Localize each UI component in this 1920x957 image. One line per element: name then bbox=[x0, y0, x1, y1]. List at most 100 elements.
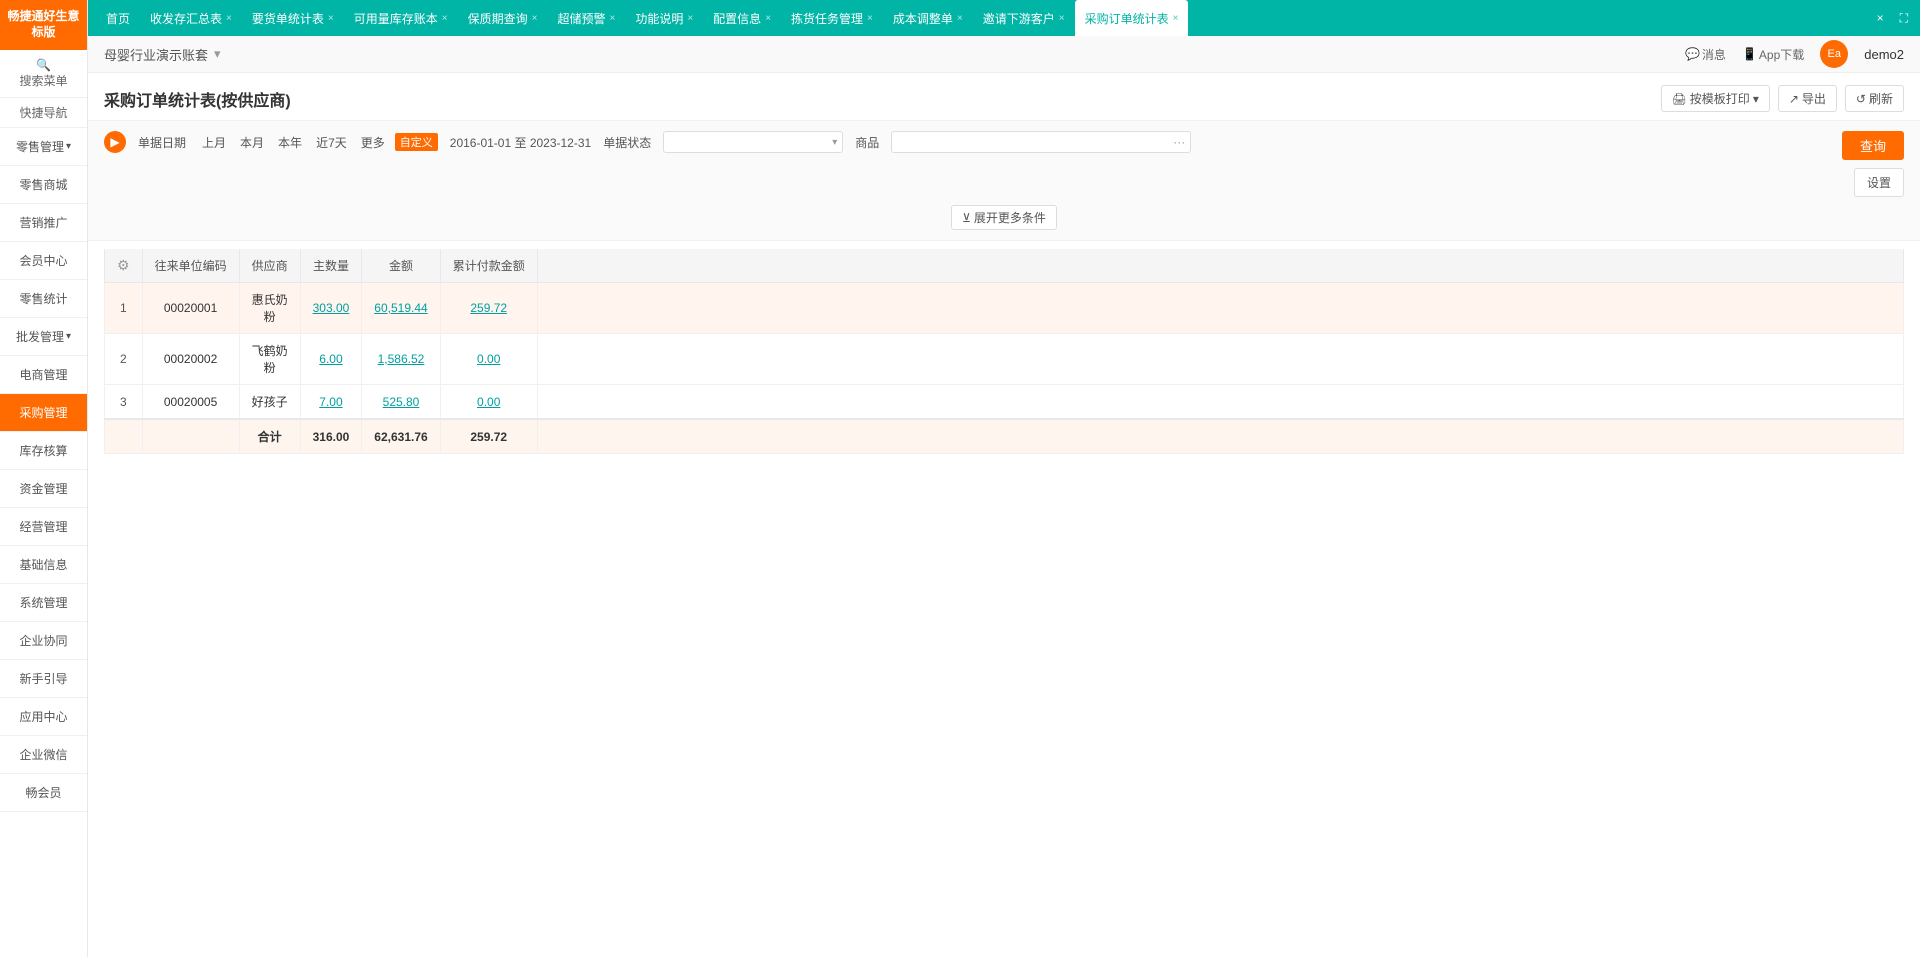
row-paid-2[interactable]: 0.00 bbox=[440, 334, 537, 385]
nav-purchase-stats[interactable]: 采购订单统计表 × bbox=[1075, 0, 1189, 36]
close-invite-downstream[interactable]: × bbox=[1059, 13, 1065, 24]
row-paid-3[interactable]: 0.00 bbox=[440, 385, 537, 420]
nav-cost-adjust[interactable]: 成本调整单 × bbox=[883, 0, 973, 36]
row-quantity-3[interactable]: 7.00 bbox=[300, 385, 362, 420]
filter-toggle-arrow[interactable]: ▶ bbox=[104, 131, 126, 153]
row-quantity-1[interactable]: 303.00 bbox=[300, 283, 362, 334]
sidebar-item-operations[interactable]: 经营管理 bbox=[0, 508, 87, 546]
sidebar-item-vip[interactable]: 畅会员 bbox=[0, 774, 87, 812]
nav-config[interactable]: 配置信息 × bbox=[703, 0, 781, 36]
row-code-2: 00020002 bbox=[142, 334, 239, 385]
sidebar-item-members[interactable]: 会员中心 bbox=[0, 242, 87, 280]
table-footer-row: 合计 316.00 62,631.76 259.72 bbox=[105, 419, 1904, 454]
sidebar-item-finance[interactable]: 资金管理 bbox=[0, 470, 87, 508]
print-dropdown-icon[interactable]: ▾ bbox=[1753, 92, 1759, 106]
sidebar-item-retail-shop[interactable]: 零售商城 bbox=[0, 166, 87, 204]
settings-button[interactable]: 设置 bbox=[1854, 168, 1904, 197]
close-purchase-stats[interactable]: × bbox=[1173, 13, 1179, 24]
col-code: 往来单位编码 bbox=[142, 249, 239, 283]
expand-more-button[interactable]: ⊻ 展开更多条件 bbox=[951, 205, 1057, 230]
settings-icon: ⚙ bbox=[117, 257, 130, 273]
sidebar-item-basics[interactable]: 基础信息 bbox=[0, 546, 87, 584]
nav-home[interactable]: 首页 bbox=[96, 0, 140, 36]
nav-function-desc[interactable]: 功能说明 × bbox=[625, 0, 703, 36]
shortcut-this-month[interactable]: 本月 bbox=[236, 132, 268, 153]
nav-invite-downstream[interactable]: 邀请下游客户 × bbox=[973, 0, 1075, 36]
sidebar-item-inventory[interactable]: 库存核算 bbox=[0, 432, 87, 470]
sidebar-item-collab[interactable]: 企业协同 bbox=[0, 622, 87, 660]
sidebar-item-marketing[interactable]: 营销推广 bbox=[0, 204, 87, 242]
close-stock-summary[interactable]: × bbox=[226, 13, 232, 24]
nav-inventory-book[interactable]: 可用量库存账本 × bbox=[344, 0, 458, 36]
export-button[interactable]: ↗ 导出 bbox=[1778, 85, 1837, 112]
close-pick-task[interactable]: × bbox=[867, 13, 873, 24]
footer-extra bbox=[537, 419, 1903, 454]
row-supplier-3: 好孩子 bbox=[239, 385, 300, 420]
goods-input[interactable] bbox=[891, 131, 1191, 153]
nav-order-stats[interactable]: 要货单统计表 × bbox=[242, 0, 344, 36]
query-button[interactable]: 查询 bbox=[1842, 131, 1904, 160]
filter-area: ▶ 单据日期 上月 本月 本年 近7天 更多 自定义 2016-01-01 至 … bbox=[88, 121, 1920, 241]
nav-overstock[interactable]: 超储预警 × bbox=[547, 0, 625, 36]
top-nav-bar: 首页 收发存汇总表 × 要货单统计表 × 可用量库存账本 × 保质期查询 × 超… bbox=[88, 0, 1920, 36]
sidebar-item-ecommerce[interactable]: 电商管理 bbox=[0, 356, 87, 394]
sidebar-search[interactable]: 🔍 搜索菜单 bbox=[0, 50, 87, 98]
close-inventory-book[interactable]: × bbox=[442, 13, 448, 24]
sidebar-item-purchase[interactable]: 采购管理 bbox=[0, 394, 87, 432]
print-button[interactable]: 🖨 按模板打印 ▾ bbox=[1661, 85, 1770, 112]
shortcut-last-month[interactable]: 上月 bbox=[198, 132, 230, 153]
footer-quantity: 316.00 bbox=[300, 419, 362, 454]
row-amount-2[interactable]: 1,586.52 bbox=[362, 334, 440, 385]
close-shelf-life[interactable]: × bbox=[532, 13, 538, 24]
page-title: 采购订单统计表(按供应商) bbox=[104, 87, 291, 111]
maximize-btn[interactable]: ⛶ bbox=[1896, 9, 1912, 28]
row-amount-3[interactable]: 525.80 bbox=[362, 385, 440, 420]
nav-pick-task[interactable]: 拣货任务管理 × bbox=[781, 0, 883, 36]
row-code-1: 00020001 bbox=[142, 283, 239, 334]
app-download-button[interactable]: 📱 App下载 bbox=[1742, 46, 1804, 63]
close-cost-adjust[interactable]: × bbox=[957, 13, 963, 24]
row-paid-1[interactable]: 259.72 bbox=[440, 283, 537, 334]
shortcut-this-year[interactable]: 本年 bbox=[274, 132, 306, 153]
close-function-desc[interactable]: × bbox=[687, 13, 693, 24]
col-settings[interactable]: ⚙ bbox=[105, 249, 143, 283]
nav-shelf-life[interactable]: 保质期查询 × bbox=[458, 0, 548, 36]
nav-stock-summary[interactable]: 收发存汇总表 × bbox=[140, 0, 242, 36]
refresh-button[interactable]: ↺ 刷新 bbox=[1845, 85, 1904, 112]
row-amount-1[interactable]: 60,519.44 bbox=[362, 283, 440, 334]
row-extra-1 bbox=[537, 283, 1903, 334]
row-num-1: 1 bbox=[105, 283, 143, 334]
table-row: 3 00020005 好孩子 7.00 525.80 0.00 bbox=[105, 385, 1904, 420]
status-select[interactable] bbox=[663, 131, 843, 153]
filter-row-1: 单据日期 上月 本月 本年 近7天 更多 自定义 2016-01-01 至 20… bbox=[138, 131, 1830, 153]
sidebar-item-retail-mgmt[interactable]: 零售管理▾ bbox=[0, 128, 87, 166]
shortcut-more[interactable]: 更多 bbox=[357, 132, 389, 153]
table-area: ⚙ 往来单位编码 供应商 主数量 金额 累计付款金额 1 00020001 惠氏… bbox=[88, 241, 1920, 957]
sidebar-item-retail-stats[interactable]: 零售统计 bbox=[0, 280, 87, 318]
close-config[interactable]: × bbox=[765, 13, 771, 24]
sidebar-item-system[interactable]: 系统管理 bbox=[0, 584, 87, 622]
date-shortcuts: 上月 本月 本年 近7天 更多 自定义 bbox=[198, 132, 438, 153]
sidebar-item-appcenter[interactable]: 应用中心 bbox=[0, 698, 87, 736]
sidebar-item-newbie[interactable]: 新手引导 bbox=[0, 660, 87, 698]
close-all-btn[interactable]: × bbox=[1873, 9, 1888, 27]
col-paid: 累计付款金额 bbox=[440, 249, 537, 283]
close-order-stats[interactable]: × bbox=[328, 13, 334, 24]
status-label: 单据状态 bbox=[603, 134, 651, 151]
industry-dropdown-icon[interactable]: ▾ bbox=[214, 46, 221, 62]
footer-amount: 62,631.76 bbox=[362, 419, 440, 454]
refresh-icon: ↺ bbox=[1856, 92, 1866, 106]
page-container: 采购订单统计表(按供应商) 🖨 按模板打印 ▾ ↗ 导出 ↺ 刷新 bbox=[88, 73, 1920, 957]
table-row: 1 00020001 惠氏奶粉 303.00 60,519.44 259.72 bbox=[105, 283, 1904, 334]
goods-input-dots[interactable]: ··· bbox=[1173, 135, 1185, 149]
col-quantity: 主数量 bbox=[300, 249, 362, 283]
row-quantity-2[interactable]: 6.00 bbox=[300, 334, 362, 385]
query-area: 查询 设置 bbox=[1842, 131, 1904, 197]
sidebar-logo: 畅捷通好生意 标版 bbox=[0, 0, 87, 50]
shortcut-7days[interactable]: 近7天 bbox=[312, 132, 351, 153]
sidebar-item-wechat[interactable]: 企业微信 bbox=[0, 736, 87, 774]
sidebar-item-wholesale[interactable]: 批发管理▾ bbox=[0, 318, 87, 356]
sidebar-shortcut[interactable]: 快捷导航 bbox=[0, 98, 87, 128]
close-overstock[interactable]: × bbox=[609, 13, 615, 24]
message-button[interactable]: 💬 消息 bbox=[1685, 46, 1726, 63]
